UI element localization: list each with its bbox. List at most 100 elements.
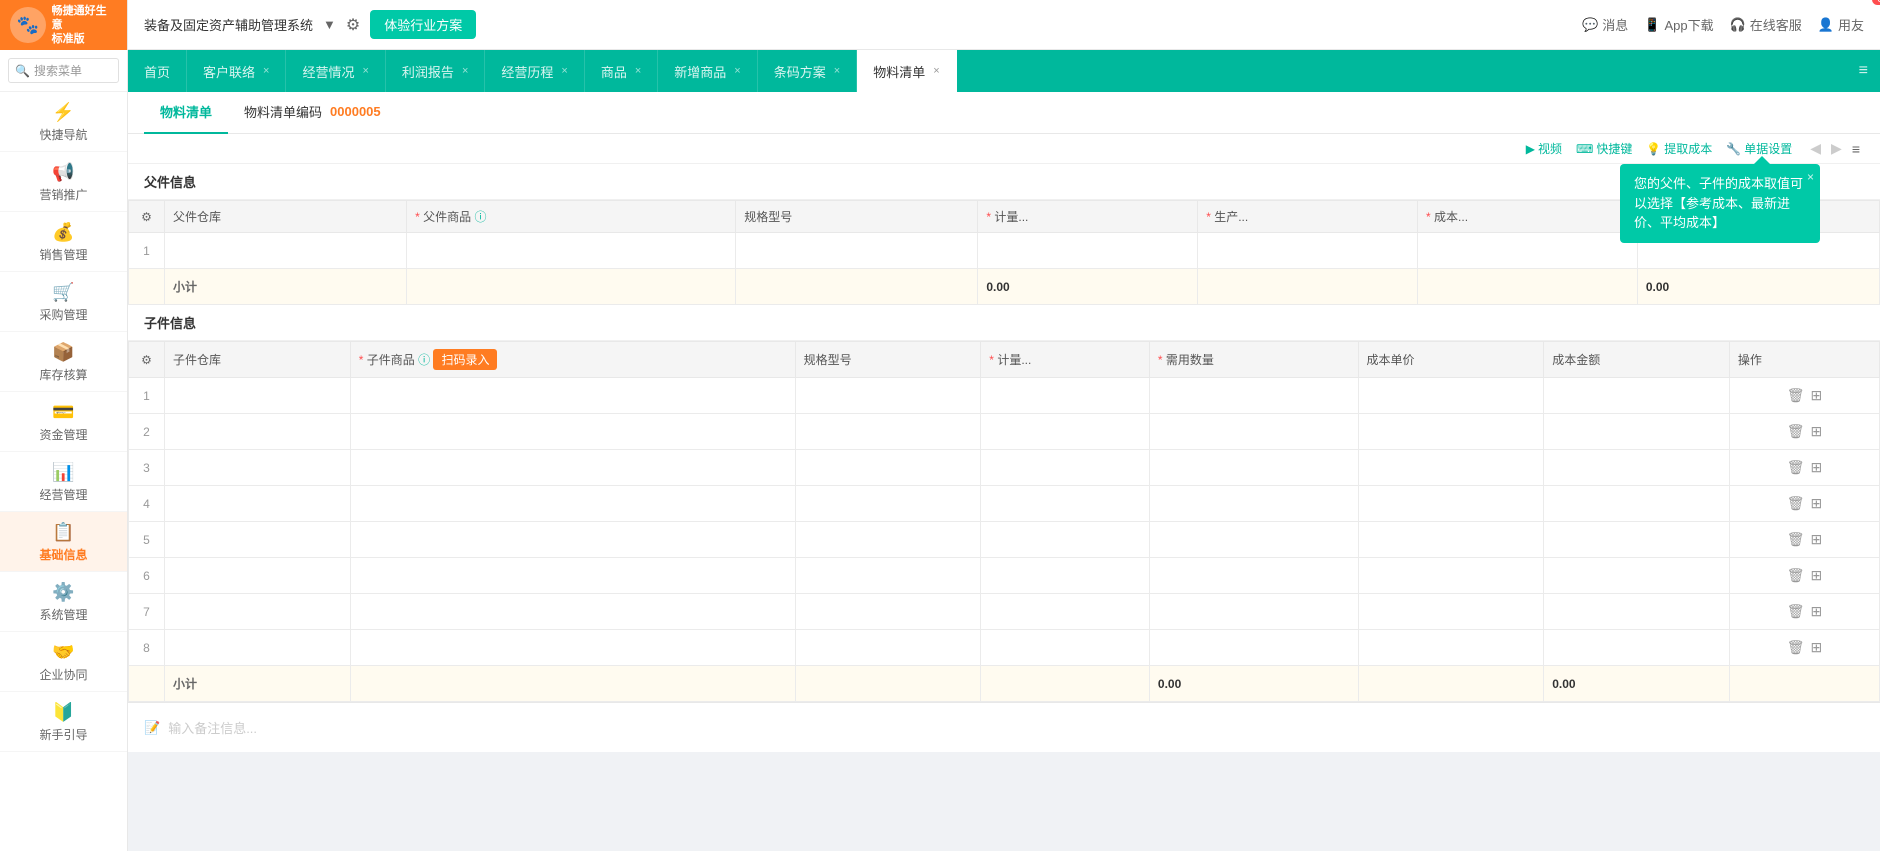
sidebar-item-system[interactable]: ⚙️ 系统管理 (0, 572, 127, 632)
copy-icon[interactable]: ⊞ (1810, 423, 1822, 440)
sidebar-item-guide[interactable]: 🔰 新手引导 (0, 692, 127, 752)
child-cell-qty-5[interactable] (1149, 522, 1358, 558)
single-setting-button[interactable]: 🔧 单据设置 (1726, 140, 1792, 157)
child-cell-unit-cost-8[interactable] (1358, 630, 1544, 666)
child-cell-spec-1[interactable] (795, 378, 981, 414)
child-cell-unit-cost-7[interactable] (1358, 594, 1544, 630)
tab-operations[interactable]: 经营情况 × (286, 50, 385, 92)
sidebar-item-sales[interactable]: 💰 销售管理 (0, 212, 127, 272)
tab-profit[interactable]: 利润报告 × (386, 50, 485, 92)
child-cell-spec-4[interactable] (795, 486, 981, 522)
app-download[interactable]: 📱 App下载 (1644, 15, 1713, 34)
sidebar-search[interactable]: 🔍 搜索菜单 (0, 50, 127, 92)
child-cell-warehouse-1[interactable] (165, 378, 351, 414)
online-service[interactable]: 🎧 在线客服 (1730, 15, 1802, 34)
copy-icon[interactable]: ⊞ (1810, 639, 1822, 656)
child-cell-qty-1[interactable] (1149, 378, 1358, 414)
extract-cost-button[interactable]: 💡 提取成本 (1646, 140, 1712, 157)
child-cell-spec-7[interactable] (795, 594, 981, 630)
child-cell-unit-cost-1[interactable] (1358, 378, 1544, 414)
parent-cell-unit[interactable] (978, 233, 1198, 269)
child-cell-warehouse-3[interactable] (165, 450, 351, 486)
copy-icon[interactable]: ⊞ (1810, 603, 1822, 620)
sidebar-item-inventory[interactable]: 📦 库存核算 (0, 332, 127, 392)
child-col-settings[interactable]: ⚙ (129, 342, 165, 378)
tab-barcode[interactable]: 条码方案 × (758, 50, 857, 92)
close-icon[interactable]: × (834, 65, 840, 77)
child-cell-product-1[interactable] (350, 378, 795, 414)
copy-icon[interactable]: ⊞ (1810, 531, 1822, 548)
delete-icon[interactable]: 🗑 (1787, 459, 1805, 476)
sidebar-item-marketing[interactable]: 📢 营销推广 (0, 152, 127, 212)
child-cell-product-4[interactable] (350, 486, 795, 522)
child-cell-warehouse-2[interactable] (165, 414, 351, 450)
delete-icon[interactable]: 🗑 (1787, 603, 1805, 620)
tab-new-product[interactable]: 新增商品 × (658, 50, 757, 92)
close-icon[interactable]: × (635, 65, 641, 77)
child-cell-spec-5[interactable] (795, 522, 981, 558)
child-cell-qty-3[interactable] (1149, 450, 1358, 486)
child-cell-unit-5[interactable] (981, 522, 1150, 558)
child-cell-qty-8[interactable] (1149, 630, 1358, 666)
child-cell-product-7[interactable] (350, 594, 795, 630)
sidebar-item-finance[interactable]: 💳 资金管理 (0, 392, 127, 452)
child-cell-qty-6[interactable] (1149, 558, 1358, 594)
settings-icon[interactable]: ⚙ (141, 210, 152, 224)
parent-cell-cost[interactable] (1418, 233, 1638, 269)
close-icon[interactable]: × (561, 65, 567, 77)
close-icon[interactable]: × (462, 65, 468, 77)
child-cell-spec-2[interactable] (795, 414, 981, 450)
settings-icon[interactable]: ⚙ (141, 353, 152, 367)
child-cell-spec-6[interactable] (795, 558, 981, 594)
child-cell-unit-8[interactable] (981, 630, 1150, 666)
child-cell-product-6[interactable] (350, 558, 795, 594)
child-cell-product-2[interactable] (350, 414, 795, 450)
child-cell-unit-cost-5[interactable] (1358, 522, 1544, 558)
tab-history[interactable]: 经营历程 × (485, 50, 584, 92)
nav-next-btn[interactable]: ▶ (1827, 138, 1846, 159)
child-cell-warehouse-4[interactable] (165, 486, 351, 522)
child-cell-qty-4[interactable] (1149, 486, 1358, 522)
child-cell-spec-8[interactable] (795, 630, 981, 666)
parent-cell-spec[interactable] (736, 233, 978, 269)
scan-input-button[interactable]: 扫码录入 (433, 349, 497, 370)
close-icon[interactable]: × (362, 65, 368, 77)
sidebar-item-basics[interactable]: 📋 基础信息 (0, 512, 127, 572)
delete-icon[interactable]: 🗑 (1787, 531, 1805, 548)
tab-customer[interactable]: 客户联络 × (187, 50, 286, 92)
help-icon[interactable]: ⓘ (474, 210, 486, 224)
close-icon[interactable]: × (263, 65, 269, 77)
child-cell-unit-2[interactable] (981, 414, 1150, 450)
close-all-tabs[interactable]: ≡ (1847, 50, 1880, 92)
parent-cell-product[interactable] (407, 233, 736, 269)
child-cell-unit-cost-6[interactable] (1358, 558, 1544, 594)
child-cell-warehouse-8[interactable] (165, 630, 351, 666)
parent-cell-warehouse[interactable] (165, 233, 407, 269)
experience-button[interactable]: 体验行业方案 (370, 10, 476, 39)
child-cell-warehouse-7[interactable] (165, 594, 351, 630)
child-cell-unit-cost-3[interactable] (1358, 450, 1544, 486)
close-icon[interactable]: × (933, 65, 939, 77)
child-cell-unit-cost-2[interactable] (1358, 414, 1544, 450)
child-cell-qty-7[interactable] (1149, 594, 1358, 630)
child-cell-unit-cost-4[interactable] (1358, 486, 1544, 522)
tab-bom[interactable]: 物料清单 × (857, 50, 956, 92)
child-cell-warehouse-6[interactable] (165, 558, 351, 594)
nav-list-btn[interactable]: ≡ (1848, 139, 1864, 159)
delete-icon[interactable]: 🗑 (1787, 567, 1805, 584)
copy-icon[interactable]: ⊞ (1810, 387, 1822, 404)
child-cell-unit-4[interactable] (981, 486, 1150, 522)
sidebar-item-quick-nav[interactable]: ⚡ 快捷导航 (0, 92, 127, 152)
tooltip-close-btn[interactable]: × (1807, 168, 1814, 186)
user-menu[interactable]: 👤 用友 (1818, 15, 1864, 34)
tab-home[interactable]: 首页 (128, 50, 187, 92)
delete-icon[interactable]: 🗑 (1787, 495, 1805, 512)
tab-product[interactable]: 商品 × (585, 50, 658, 92)
note-placeholder[interactable]: 输入备注信息... (168, 718, 257, 737)
subtab-bom-list[interactable]: 物料清单 (144, 92, 228, 134)
child-cell-product-3[interactable] (350, 450, 795, 486)
parent-cell-production[interactable] (1198, 233, 1418, 269)
child-cell-product-5[interactable] (350, 522, 795, 558)
copy-icon[interactable]: ⊞ (1810, 567, 1822, 584)
child-cell-unit-3[interactable] (981, 450, 1150, 486)
